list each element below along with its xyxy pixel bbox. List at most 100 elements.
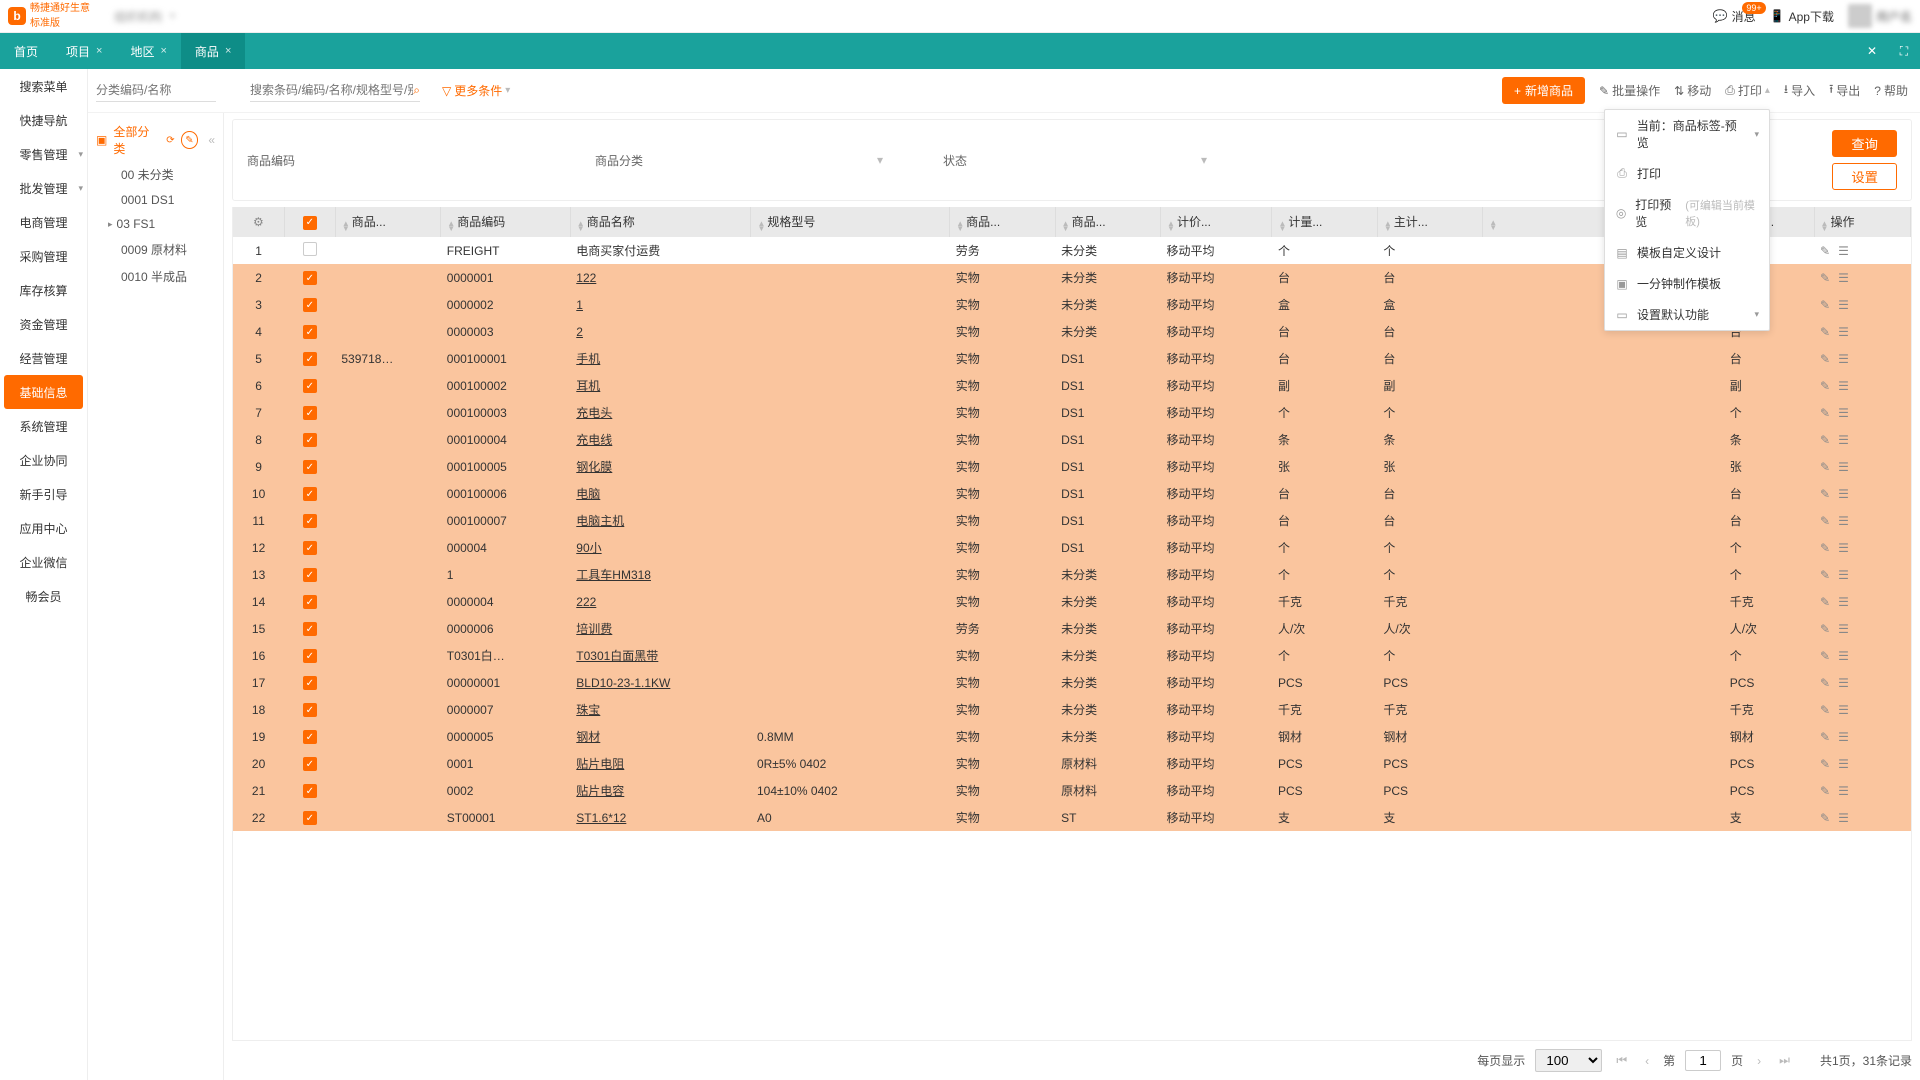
table-row[interactable]: 12 ✓ 000004 90小 实物 DS1 移动平均 个 个 个 ✎☰ xyxy=(233,534,1911,561)
more-row-icon[interactable]: ☰ xyxy=(1838,649,1849,663)
sidebar-item-0[interactable]: 搜索菜单 xyxy=(0,69,87,103)
more-row-icon[interactable]: ☰ xyxy=(1838,514,1849,528)
edit-row-icon[interactable]: ✎ xyxy=(1820,487,1830,501)
more-row-icon[interactable]: ☰ xyxy=(1838,244,1849,258)
col-header-10[interactable]: ▲▼主计... xyxy=(1377,207,1482,237)
row-checkbox[interactable]: ✓ xyxy=(303,460,317,474)
product-name-link[interactable]: 耳机 xyxy=(576,379,600,393)
sidebar-item-12[interactable]: 新手引导 xyxy=(0,477,87,511)
table-row[interactable]: 18 ✓ 0000007 珠宝 实物 未分类 移动平均 千克 千克 千克 ✎☰ xyxy=(233,696,1911,723)
tree-node[interactable]: 0010 半成品 xyxy=(88,263,223,290)
filter-code-input[interactable] xyxy=(315,148,535,172)
tree-node[interactable]: 0009 原材料 xyxy=(88,236,223,263)
row-checkbox[interactable]: ✓ xyxy=(303,622,317,636)
product-name-link[interactable]: ST1.6*12 xyxy=(576,811,626,825)
close-icon[interactable]: × xyxy=(96,45,102,57)
tab-首页[interactable]: 首页 xyxy=(0,33,52,69)
sort-icon[interactable]: ▲▼ xyxy=(1062,221,1070,231)
table-row[interactable]: 17 ✓ 00000001 BLD10-23-1.1KW 实物 未分类 移动平均… xyxy=(233,669,1911,696)
import-button[interactable]: ⭳导入 xyxy=(1784,80,1815,101)
tree-node[interactable]: 00 未分类 xyxy=(88,161,223,188)
app-download-button[interactable]: 📱 App下载 xyxy=(1770,8,1834,25)
export-button[interactable]: ⭱导出 xyxy=(1829,80,1860,101)
table-row[interactable]: 13 ✓ 1 工具车HM318 实物 未分类 移动平均 个 个 个 ✎☰ xyxy=(233,561,1911,588)
product-name-link[interactable]: 贴片电阻 xyxy=(576,757,624,771)
row-checkbox[interactable]: ✓ xyxy=(303,541,317,555)
print-menu-template[interactable]: ▤ 模板自定义设计 xyxy=(1605,237,1769,268)
row-checkbox[interactable]: ✓ xyxy=(303,595,317,609)
edit-row-icon[interactable]: ✎ xyxy=(1820,514,1830,528)
fullscreen-button[interactable]: ⛶ xyxy=(1888,44,1920,59)
sort-icon[interactable]: ▲▼ xyxy=(1167,221,1175,231)
table-row[interactable]: 19 ✓ 0000005 钢材 0.8MM 实物 未分类 移动平均 钢材 钢材 … xyxy=(233,723,1911,750)
table-row[interactable]: 5 ✓ 539718… 000100001 手机 实物 DS1 移动平均 台 台… xyxy=(233,345,1911,372)
col-header-8[interactable]: ▲▼计价... xyxy=(1161,207,1272,237)
table-row[interactable]: 6 ✓ 000100002 耳机 实物 DS1 移动平均 副 副 副 ✎☰ xyxy=(233,372,1911,399)
sort-icon[interactable]: ▲▼ xyxy=(1278,221,1286,231)
sidebar-item-5[interactable]: 采购管理 xyxy=(0,239,87,273)
table-row[interactable]: 20 ✓ 0001 贴片电阻 0R±5% 0402 实物 原材料 移动平均 PC… xyxy=(233,750,1911,777)
more-row-icon[interactable]: ☰ xyxy=(1838,352,1849,366)
row-checkbox[interactable]: ✓ xyxy=(303,379,317,393)
more-row-icon[interactable]: ☰ xyxy=(1838,460,1849,474)
refresh-icon[interactable]: ⟳ xyxy=(166,135,174,146)
sort-icon[interactable]: ▲▼ xyxy=(1489,220,1497,230)
tab-商品[interactable]: 商品× xyxy=(181,33,245,69)
more-row-icon[interactable]: ☰ xyxy=(1838,595,1849,609)
row-checkbox[interactable] xyxy=(303,242,317,256)
more-row-icon[interactable]: ☰ xyxy=(1838,811,1849,825)
col-header-7[interactable]: ▲▼商品... xyxy=(1055,207,1160,237)
edit-row-icon[interactable]: ✎ xyxy=(1820,811,1830,825)
edit-row-icon[interactable]: ✎ xyxy=(1820,352,1830,366)
more-row-icon[interactable]: ☰ xyxy=(1838,757,1849,771)
tree-all-label[interactable]: 全部分类 xyxy=(113,123,160,157)
tab-close-button[interactable]: ✕ xyxy=(1856,44,1888,59)
table-row[interactable]: 8 ✓ 000100004 充电线 实物 DS1 移动平均 条 条 条 ✎☰ xyxy=(233,426,1911,453)
row-checkbox[interactable]: ✓ xyxy=(303,298,317,312)
table-row[interactable]: 11 ✓ 000100007 电脑主机 实物 DS1 移动平均 台 台 台 ✎☰ xyxy=(233,507,1911,534)
product-name-link[interactable]: 90小 xyxy=(576,541,601,555)
sidebar-item-6[interactable]: 库存核算 xyxy=(0,273,87,307)
main-search-input[interactable] xyxy=(250,79,413,101)
edit-row-icon[interactable]: ✎ xyxy=(1820,298,1830,312)
tree-search-input[interactable] xyxy=(96,79,251,101)
product-name-link[interactable]: 122 xyxy=(576,271,596,285)
print-menu-defaults[interactable]: ▭ 设置默认功能 ▾ xyxy=(1605,299,1769,330)
table-row[interactable]: 15 ✓ 0000006 培训费 劳务 未分类 移动平均 人/次 人/次 人/次… xyxy=(233,615,1911,642)
edit-row-icon[interactable]: ✎ xyxy=(1820,406,1830,420)
more-row-icon[interactable]: ☰ xyxy=(1838,298,1849,312)
page-last-button[interactable]: ⏭ xyxy=(1775,1053,1794,1068)
tab-项目[interactable]: 项目× xyxy=(52,33,116,69)
more-row-icon[interactable]: ☰ xyxy=(1838,730,1849,744)
product-name-link[interactable]: 工具车HM318 xyxy=(576,568,651,582)
col-header-9[interactable]: ▲▼计量... xyxy=(1272,207,1377,237)
sidebar-item-13[interactable]: 应用中心 xyxy=(0,511,87,545)
edit-row-icon[interactable]: ✎ xyxy=(1820,784,1830,798)
tree-edit-button[interactable]: ✎ xyxy=(181,131,199,149)
row-checkbox[interactable]: ✓ xyxy=(303,757,317,771)
product-name-link[interactable]: 充电头 xyxy=(576,406,612,420)
more-row-icon[interactable]: ☰ xyxy=(1838,379,1849,393)
help-button[interactable]: ?帮助 xyxy=(1874,82,1908,99)
edit-row-icon[interactable]: ✎ xyxy=(1820,541,1830,555)
add-product-button[interactable]: + 新增商品 xyxy=(1502,77,1585,104)
product-name-link[interactable]: 电脑 xyxy=(576,487,600,501)
table-row[interactable]: 21 ✓ 0002 贴片电容 104±10% 0402 实物 原材料 移动平均 … xyxy=(233,777,1911,804)
more-row-icon[interactable]: ☰ xyxy=(1838,568,1849,582)
sort-icon[interactable]: ▲▼ xyxy=(1384,221,1392,231)
col-header-13[interactable]: ▲▼操作 xyxy=(1814,207,1910,237)
tab-地区[interactable]: 地区× xyxy=(116,33,180,69)
user-menu[interactable]: 用户名 xyxy=(1848,4,1912,28)
more-row-icon[interactable]: ☰ xyxy=(1838,676,1849,690)
product-name-link[interactable]: 电脑主机 xyxy=(576,514,624,528)
print-menu-preview[interactable]: ◎ 打印预览 (可编辑当前模板) xyxy=(1605,189,1769,237)
more-filters-button[interactable]: ▽ 更多条件 ▾ xyxy=(442,82,510,99)
table-row[interactable]: 9 ✓ 000100005 钢化膜 实物 DS1 移动平均 张 张 张 ✎☰ xyxy=(233,453,1911,480)
edit-row-icon[interactable]: ✎ xyxy=(1820,460,1830,474)
edit-row-icon[interactable]: ✎ xyxy=(1820,595,1830,609)
more-row-icon[interactable]: ☰ xyxy=(1838,487,1849,501)
product-name-link[interactable]: 钢材 xyxy=(576,730,600,744)
product-name-link[interactable]: 贴片电容 xyxy=(576,784,624,798)
print-button[interactable]: ⎙打印▴ xyxy=(1725,82,1770,99)
col-header-0[interactable]: ⚙ xyxy=(233,207,284,237)
